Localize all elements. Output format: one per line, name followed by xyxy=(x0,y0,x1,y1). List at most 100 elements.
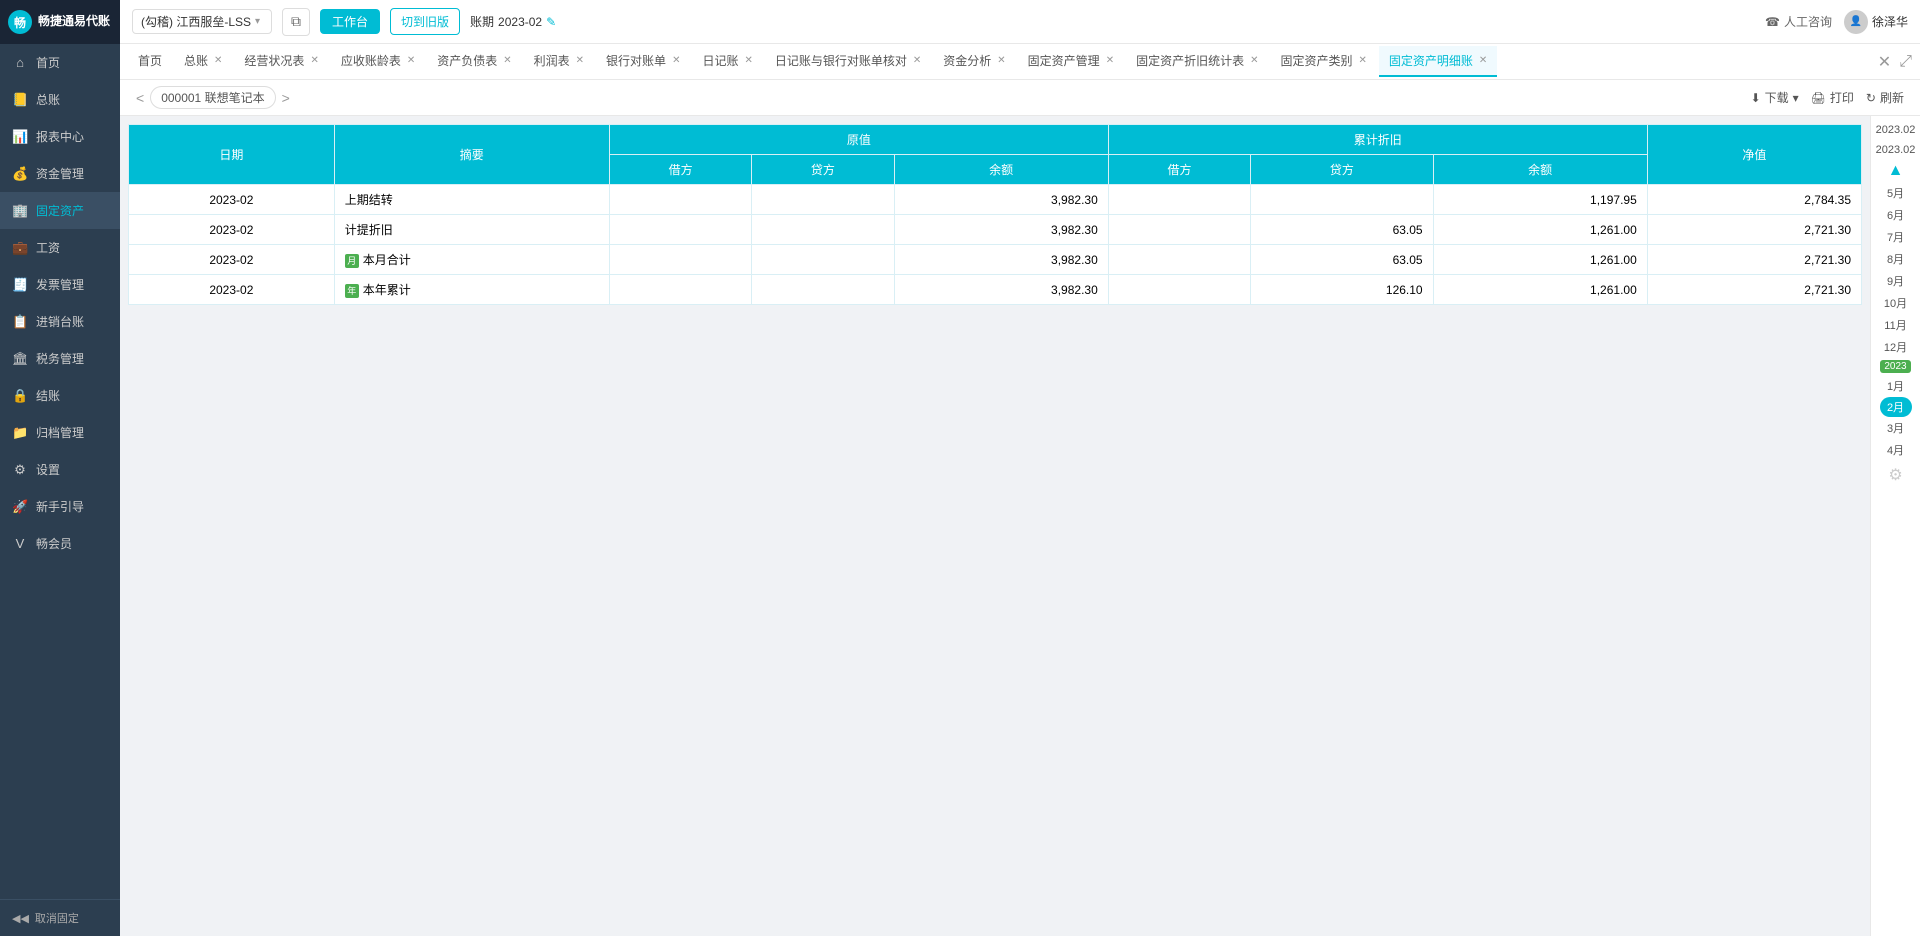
tab-label: 日记账 xyxy=(702,52,738,69)
panel-settings-icon[interactable]: ⚙ xyxy=(1888,461,1902,489)
tab-fixed-assets-detail[interactable]: 固定资产明细账 ✕ xyxy=(1379,46,1497,77)
panel-month-1[interactable]: 1月 xyxy=(1871,375,1920,397)
tab-close-icon[interactable]: ✕ xyxy=(503,55,511,66)
cell-date: 2023-02 xyxy=(129,245,335,275)
sidebar-item-label: 首页 xyxy=(36,54,60,71)
tab-label: 应收账龄表 xyxy=(341,52,401,69)
chevron-down-icon: ▾ xyxy=(255,16,260,27)
sidebar-unpin-button[interactable]: ◀◀ 取消固定 xyxy=(0,899,120,936)
row-badge: 年 xyxy=(345,284,359,298)
panel-month-10[interactable]: 10月 xyxy=(1871,292,1920,314)
col-subheader-acc-credit: 贷方 xyxy=(1251,155,1433,185)
sidebar-item-settings[interactable]: ⚙ 设置 xyxy=(0,451,120,488)
tab-depreciation-stats[interactable]: 固定资产折旧统计表 ✕ xyxy=(1126,46,1268,77)
sidebar-item-fixed-assets[interactable]: 🏢 固定资产 xyxy=(0,192,120,229)
panel-month-6[interactable]: 6月 xyxy=(1871,204,1920,226)
tab-journal-bank-check[interactable]: 日记账与银行对账单核对 ✕ xyxy=(765,46,931,77)
panel-month-5[interactable]: 5月 xyxy=(1871,182,1920,204)
settings-icon: ⚙ xyxy=(12,462,28,478)
tab-close-icon[interactable]: ✕ xyxy=(672,55,680,66)
tax-icon: 🏛 xyxy=(12,351,28,367)
tab-close-icon[interactable]: ✕ xyxy=(1479,55,1487,66)
tab-close-icon[interactable]: ✕ xyxy=(407,55,415,66)
col-header-accumulated: 累计折旧 xyxy=(1108,125,1647,155)
tab-close-icon[interactable]: ✕ xyxy=(576,55,584,66)
tab-fixed-assets-mgr[interactable]: 固定资产管理 ✕ xyxy=(1018,46,1124,77)
print-button[interactable]: 🖨 打印 xyxy=(1811,89,1854,106)
help-button[interactable]: ☎ 人工咨询 xyxy=(1765,13,1832,30)
panel-month-11[interactable]: 11月 xyxy=(1871,314,1920,336)
panel-month-4[interactable]: 4月 xyxy=(1871,439,1920,461)
content-wrapper: 日期 摘要 原值 累计折旧 净值 借方 贷方 余额 借方 贷方 余额 xyxy=(120,116,1920,936)
tab-fund-analysis[interactable]: 资金分析 ✕ xyxy=(933,46,1015,77)
sidebar-item-reports[interactable]: 📊 报表中心 xyxy=(0,118,120,155)
sidebar-item-home[interactable]: ⌂ 首页 xyxy=(0,44,120,81)
tab-close-icon[interactable]: ✕ xyxy=(744,55,752,66)
old-version-button[interactable]: 切到旧版 xyxy=(390,8,460,35)
sidebar-item-label: 固定资产 xyxy=(36,202,84,219)
tab-journal[interactable]: 日记账 ✕ xyxy=(692,46,762,77)
download-label: 下载 xyxy=(1765,89,1789,106)
tab-label: 固定资产管理 xyxy=(1028,52,1100,69)
col-subheader-acc-debit: 借方 xyxy=(1108,155,1250,185)
refresh-button[interactable]: ↻ 刷新 xyxy=(1866,89,1904,106)
tab-close-icon[interactable]: ✕ xyxy=(1250,55,1258,66)
company-selector[interactable]: (勾稽) 江西服垒-LSS ▾ xyxy=(132,9,272,34)
sidebar-item-funds[interactable]: 💰 资金管理 xyxy=(0,155,120,192)
tab-bank-statement[interactable]: 银行对账单 ✕ xyxy=(596,46,690,77)
download-button[interactable]: ⬇ 下载 ▾ xyxy=(1751,89,1799,106)
header-right: ☎ 人工咨询 👤 徐泽华 xyxy=(1765,10,1908,34)
tab-home[interactable]: 首页 xyxy=(128,46,172,77)
tab-balance-sheet[interactable]: 资产负债表 ✕ xyxy=(427,46,521,77)
tab-ledger[interactable]: 总账 ✕ xyxy=(174,46,232,77)
panel-month-3[interactable]: 3月 xyxy=(1871,417,1920,439)
maximize-button[interactable]: ⤢ xyxy=(1899,53,1912,71)
tab-close-icon[interactable]: ✕ xyxy=(214,55,222,66)
cell-orig-balance: 3,982.30 xyxy=(894,215,1108,245)
table-area: 日期 摘要 原值 累计折旧 净值 借方 贷方 余额 借方 贷方 余额 xyxy=(120,116,1870,936)
panel-month-12[interactable]: 12月 xyxy=(1871,336,1920,358)
tab-close-icon[interactable]: ✕ xyxy=(997,55,1005,66)
sidebar-item-closing[interactable]: 🔒 结账 xyxy=(0,377,120,414)
col-header-description: 摘要 xyxy=(334,125,609,185)
close-all-tabs-button[interactable]: ✕ xyxy=(1878,52,1891,72)
sidebar-item-tax[interactable]: 🏛 税务管理 xyxy=(0,340,120,377)
period-edit-icon[interactable]: ✎ xyxy=(546,15,556,29)
col-subheader-orig-credit: 贷方 xyxy=(752,155,894,185)
panel-up-button[interactable]: ▲ xyxy=(1888,160,1904,182)
panel-month-2[interactable]: 2月 xyxy=(1880,397,1912,417)
cell-acc-balance: 1,261.00 xyxy=(1433,215,1647,245)
panel-year-badge-2023[interactable]: 2023 xyxy=(1880,360,1910,373)
tab-close-icon[interactable]: ✕ xyxy=(1359,55,1367,66)
user-name: 徐泽华 xyxy=(1872,13,1908,30)
sidebar-item-member[interactable]: V 畅会员 xyxy=(0,525,120,562)
tab-business-status[interactable]: 经营状况表 ✕ xyxy=(234,46,328,77)
sidebar-item-payroll[interactable]: 💼 工资 xyxy=(0,229,120,266)
tab-profit[interactable]: 利润表 ✕ xyxy=(524,46,594,77)
tab-close-icon[interactable]: ✕ xyxy=(1106,55,1114,66)
tab-fixed-assets-category[interactable]: 固定资产类别 ✕ xyxy=(1270,46,1376,77)
sidebar-item-sales[interactable]: 📋 进销台账 xyxy=(0,303,120,340)
tab-close-icon[interactable]: ✕ xyxy=(913,55,921,66)
sidebar-item-archive[interactable]: 📁 归档管理 xyxy=(0,414,120,451)
breadcrumb-next-button[interactable]: > xyxy=(282,90,290,106)
panel-month-9[interactable]: 9月 xyxy=(1871,270,1920,292)
cell-orig-debit xyxy=(609,215,751,245)
breadcrumb-current[interactable]: 000001 联想笔记本 xyxy=(150,86,275,109)
cell-orig-debit xyxy=(609,185,751,215)
workbench-button[interactable]: 工作台 xyxy=(320,9,380,34)
tab-label: 固定资产明细账 xyxy=(1389,52,1473,69)
panel-month-7[interactable]: 7月 xyxy=(1871,226,1920,248)
cell-date: 2023-02 xyxy=(129,185,335,215)
tab-label: 利润表 xyxy=(534,52,570,69)
panel-month-8[interactable]: 8月 xyxy=(1871,248,1920,270)
sidebar-item-guide[interactable]: 🚀 新手引导 xyxy=(0,488,120,525)
app-logo-text: 畅捷通易代账 xyxy=(38,14,110,30)
tab-receivables[interactable]: 应收账龄表 ✕ xyxy=(331,46,425,77)
sidebar-item-invoices[interactable]: 🧾 发票管理 xyxy=(0,266,120,303)
user-info[interactable]: 👤 徐泽华 xyxy=(1844,10,1908,34)
tab-close-icon[interactable]: ✕ xyxy=(310,55,318,66)
sidebar-item-ledger[interactable]: 📒 总账 xyxy=(0,81,120,118)
breadcrumb-prev-button[interactable]: < xyxy=(136,90,144,106)
copy-button[interactable]: ⧉ xyxy=(282,8,310,36)
